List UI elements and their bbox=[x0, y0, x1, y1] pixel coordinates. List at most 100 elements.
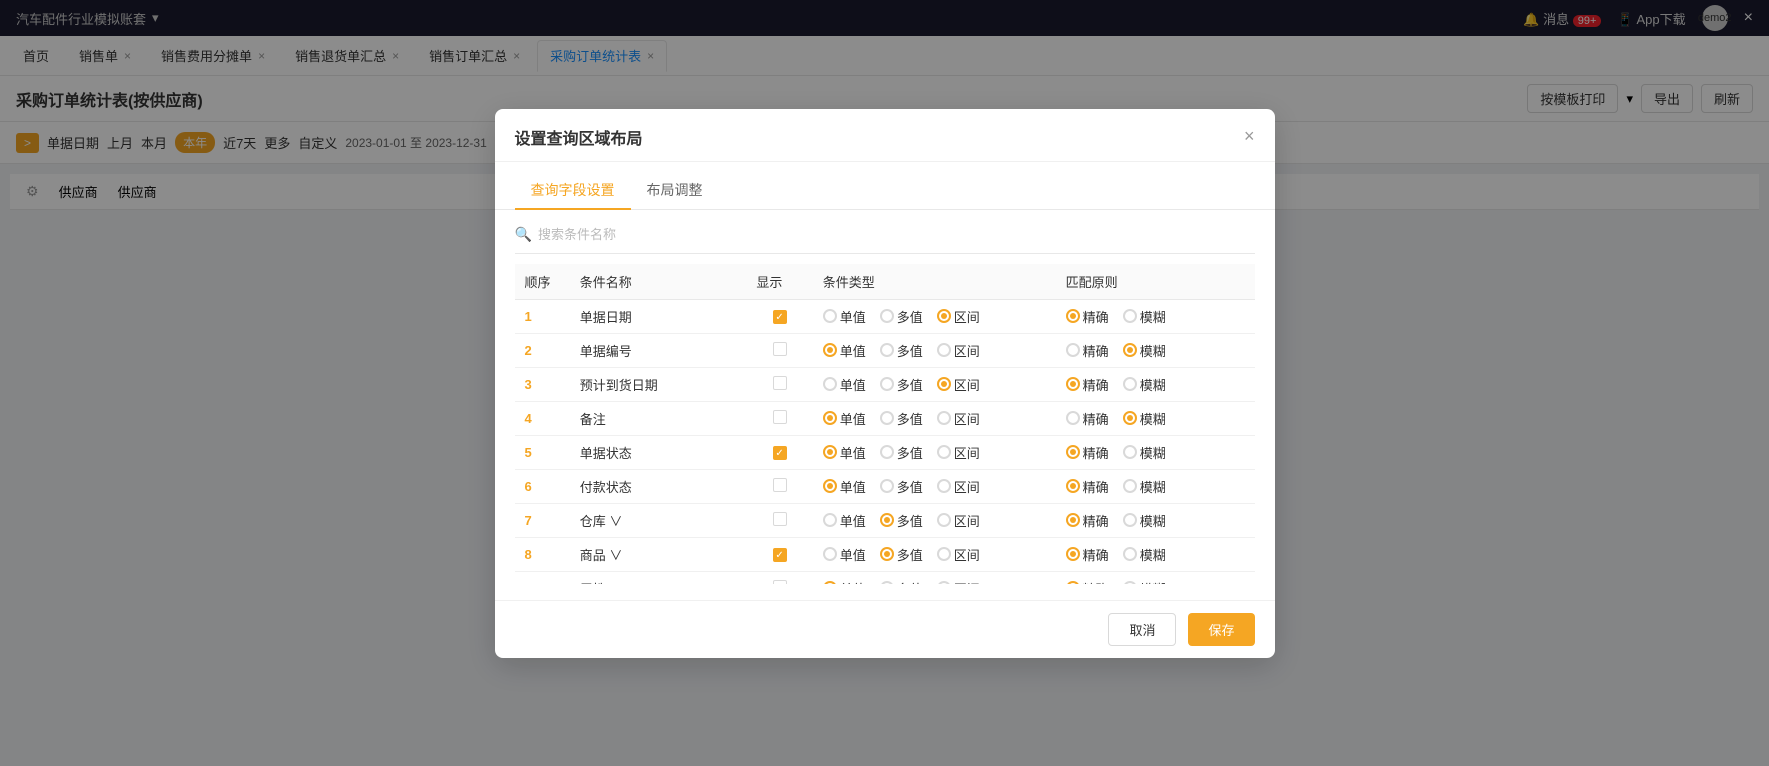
radio-type-multi[interactable]: 多值 bbox=[880, 545, 923, 564]
radio-match-fuzzy[interactable]: 模糊 bbox=[1123, 307, 1166, 326]
radio-type-range[interactable]: 区间 bbox=[937, 307, 980, 326]
radio-circle bbox=[1123, 377, 1137, 391]
row-type-radio: 单值多值区间 bbox=[813, 333, 1056, 367]
radio-match-exact[interactable]: 精确 bbox=[1066, 579, 1109, 584]
radio-type-single[interactable]: 单值 bbox=[823, 409, 866, 428]
radio-type-multi[interactable]: 多值 bbox=[880, 477, 923, 496]
search-input[interactable] bbox=[538, 227, 1255, 242]
radio-circle bbox=[937, 343, 951, 357]
row-match-radio: 精确 模糊 bbox=[1056, 571, 1255, 584]
tab-layout-adjust[interactable]: 布局调整 bbox=[631, 172, 719, 210]
row-display-checkbox[interactable]: ✓ bbox=[746, 435, 812, 469]
radio-match-fuzzy[interactable]: 模糊 bbox=[1123, 375, 1166, 394]
radio-type-range[interactable]: 区间 bbox=[937, 579, 980, 584]
row-match-radio: 精确模糊 bbox=[1056, 401, 1255, 435]
row-match-radio: 精确模糊 bbox=[1056, 299, 1255, 333]
row-display-checkbox[interactable] bbox=[746, 469, 812, 503]
radio-type-range[interactable]: 区间 bbox=[937, 375, 980, 394]
radio-circle bbox=[1066, 411, 1080, 425]
modal-tabs: 查询字段设置 布局调整 bbox=[495, 162, 1275, 210]
radio-match-fuzzy[interactable]: 模糊 bbox=[1123, 511, 1166, 530]
radio-type-single[interactable]: 单值 bbox=[823, 511, 866, 530]
checkbox[interactable]: ✓ bbox=[773, 548, 787, 562]
radio-type-single[interactable]: 单值 bbox=[823, 443, 866, 462]
radio-circle bbox=[1066, 581, 1080, 584]
radio-circle bbox=[1123, 411, 1137, 425]
col-header-display: 显示 bbox=[746, 264, 812, 300]
row-order: 6 bbox=[515, 469, 570, 503]
modal-overlay: 设置查询区域布局 × 查询字段设置 布局调整 🔍 bbox=[0, 0, 1769, 766]
radio-match-fuzzy[interactable]: 模糊 bbox=[1123, 477, 1166, 496]
row-display-checkbox[interactable]: ✓ bbox=[746, 299, 812, 333]
radio-match-exact[interactable]: 精确 bbox=[1066, 443, 1109, 462]
radio-type-multi[interactable]: 多值 bbox=[880, 307, 923, 326]
radio-match-exact[interactable]: 精确 bbox=[1066, 511, 1109, 530]
radio-type-single[interactable]: 单值 bbox=[823, 307, 866, 326]
radio-circle bbox=[823, 479, 837, 493]
radio-circle bbox=[880, 343, 894, 357]
radio-type-single[interactable]: 单值 bbox=[823, 341, 866, 360]
radio-type-multi[interactable]: 多值 bbox=[880, 341, 923, 360]
modal-body: 🔍 顺序 条件名称 显示 条件类型 匹配原则 bbox=[495, 210, 1275, 600]
row-display-checkbox[interactable] bbox=[746, 333, 812, 367]
row-type-radio: 单值多值区间 bbox=[813, 401, 1056, 435]
radio-circle bbox=[823, 309, 837, 323]
radio-match-fuzzy[interactable]: 模糊 bbox=[1123, 545, 1166, 564]
row-order: 1 bbox=[515, 299, 570, 333]
radio-type-single[interactable]: 单值 bbox=[823, 477, 866, 496]
radio-type-single[interactable]: 单值 bbox=[823, 375, 866, 394]
cancel-button[interactable]: 取消 bbox=[1108, 613, 1176, 646]
row-match-radio: 精确模糊 bbox=[1056, 435, 1255, 469]
radio-type-range[interactable]: 区间 bbox=[937, 341, 980, 360]
radio-type-single[interactable]: 单值 bbox=[823, 579, 866, 584]
radio-type-multi[interactable]: 多值 bbox=[880, 579, 923, 584]
row-display-checkbox[interactable] bbox=[746, 401, 812, 435]
checkbox[interactable]: ✓ bbox=[773, 446, 787, 460]
radio-type-single[interactable]: 单值 bbox=[823, 545, 866, 564]
table-row: 7仓库 ∨单值多值区间精确模糊 bbox=[515, 503, 1255, 537]
modal-close-button[interactable]: × bbox=[1244, 126, 1255, 147]
radio-match-exact[interactable]: 精确 bbox=[1066, 409, 1109, 428]
row-order: 8 bbox=[515, 537, 570, 571]
col-header-name: 条件名称 bbox=[570, 264, 747, 300]
radio-type-range[interactable]: 区间 bbox=[937, 545, 980, 564]
row-display-checkbox[interactable]: ✓ bbox=[746, 537, 812, 571]
row-display-checkbox[interactable] bbox=[746, 367, 812, 401]
checkbox[interactable] bbox=[773, 512, 787, 526]
radio-circle bbox=[1123, 445, 1137, 459]
radio-match-exact[interactable]: 精确 bbox=[1066, 477, 1109, 496]
radio-type-multi[interactable]: 多值 bbox=[880, 511, 923, 530]
radio-type-multi[interactable]: 多值 bbox=[880, 375, 923, 394]
radio-match-exact[interactable]: 精确 bbox=[1066, 341, 1109, 360]
radio-circle bbox=[1066, 479, 1080, 493]
radio-type-multi[interactable]: 多值 bbox=[880, 409, 923, 428]
radio-match-fuzzy[interactable]: 模糊 bbox=[1123, 409, 1166, 428]
save-button[interactable]: 保存 bbox=[1188, 613, 1254, 646]
radio-match-fuzzy[interactable]: 模糊 bbox=[1123, 443, 1166, 462]
radio-type-multi[interactable]: 多值 bbox=[880, 443, 923, 462]
checkbox[interactable] bbox=[773, 410, 787, 424]
radio-circle bbox=[1066, 547, 1080, 561]
row-display-checkbox[interactable] bbox=[746, 571, 812, 584]
radio-type-range[interactable]: 区间 bbox=[937, 477, 980, 496]
radio-match-exact[interactable]: 精确 bbox=[1066, 545, 1109, 564]
row-type-radio: 单值多值区间 bbox=[813, 367, 1056, 401]
tab-query-fields[interactable]: 查询字段设置 bbox=[515, 172, 631, 210]
radio-match-exact[interactable]: 精确 bbox=[1066, 307, 1109, 326]
row-display-checkbox[interactable] bbox=[746, 503, 812, 537]
radio-match-exact[interactable]: 精确 bbox=[1066, 375, 1109, 394]
checkbox[interactable] bbox=[773, 376, 787, 390]
radio-type-range[interactable]: 区间 bbox=[937, 409, 980, 428]
radio-match-fuzzy[interactable]: 模糊 bbox=[1123, 579, 1166, 584]
checkbox[interactable] bbox=[773, 342, 787, 356]
radio-circle bbox=[1123, 513, 1137, 527]
checkbox[interactable] bbox=[773, 478, 787, 492]
checkbox[interactable]: ✓ bbox=[773, 310, 787, 324]
checkbox[interactable] bbox=[773, 580, 787, 584]
radio-type-range[interactable]: 区间 bbox=[937, 443, 980, 462]
row-condition-name: 单据日期 bbox=[570, 299, 747, 333]
radio-match-fuzzy[interactable]: 模糊 bbox=[1123, 341, 1166, 360]
table-row: 2单据编号单值多值区间精确模糊 bbox=[515, 333, 1255, 367]
table-row: 5单据状态✓单值多值区间精确模糊 bbox=[515, 435, 1255, 469]
radio-type-range[interactable]: 区间 bbox=[937, 511, 980, 530]
